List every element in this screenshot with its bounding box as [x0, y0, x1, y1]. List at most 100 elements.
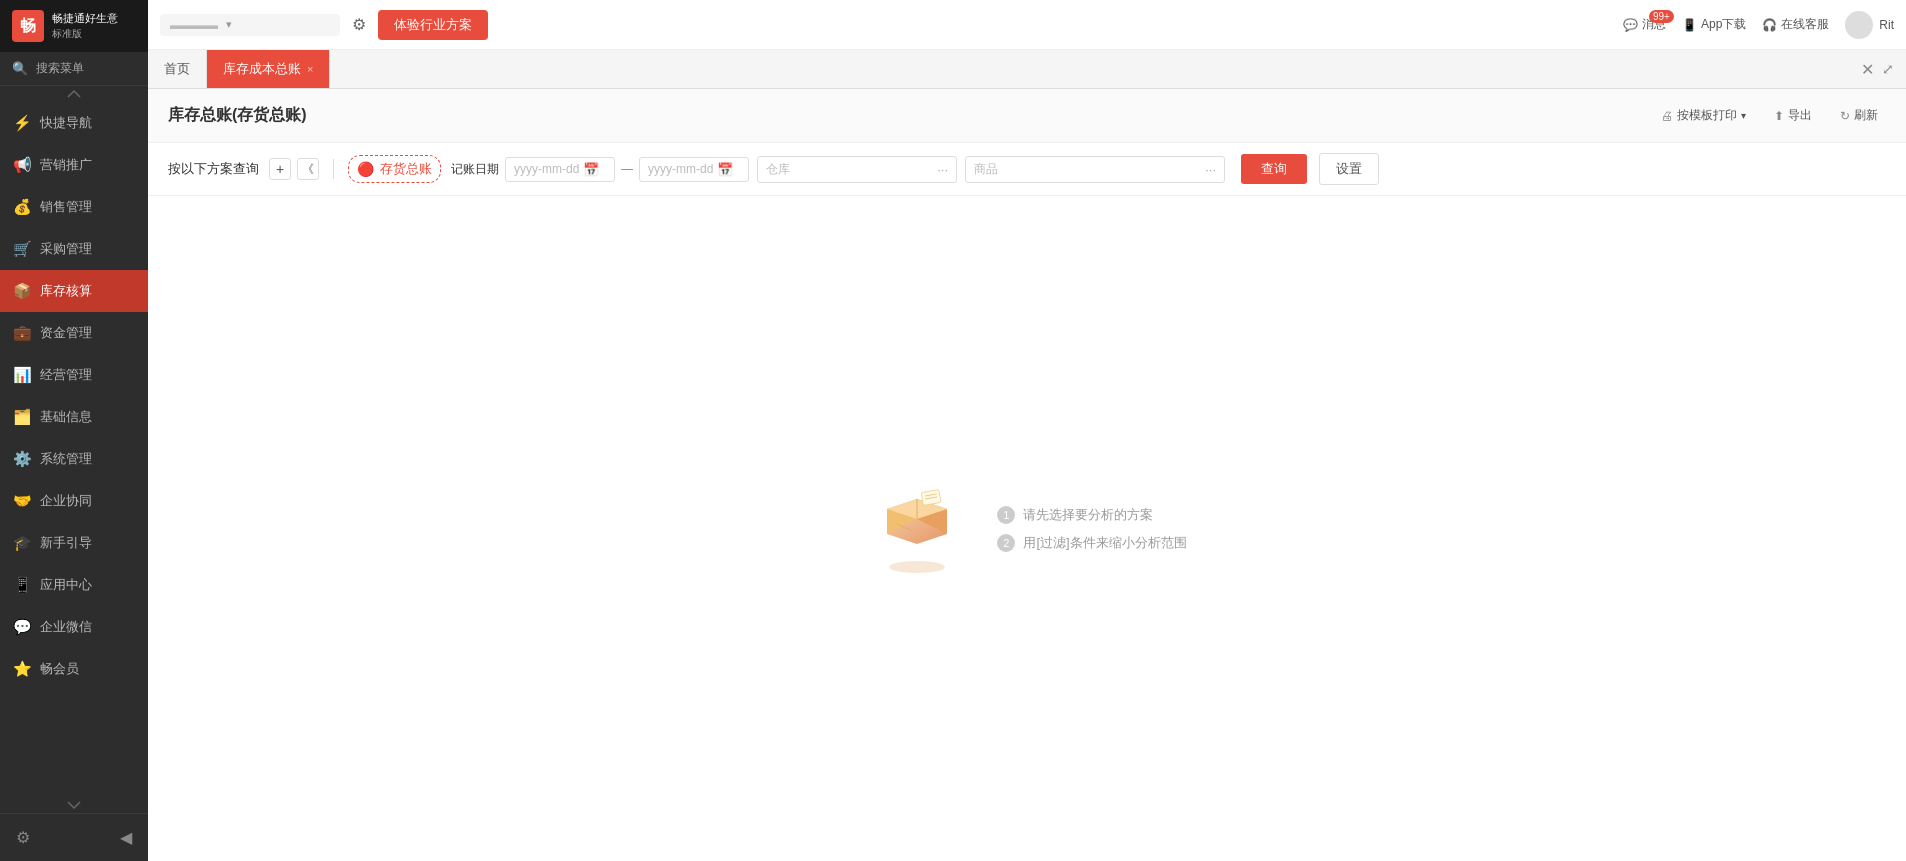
sidebar-scroll-down[interactable]: [0, 797, 148, 813]
topbar-search-text: ▬▬▬▬: [170, 18, 218, 32]
topbar-service[interactable]: 🎧 在线客服: [1762, 16, 1829, 33]
refresh-label: 刷新: [1854, 107, 1878, 124]
print-label: 按模板打印: [1677, 107, 1737, 124]
settings-btn[interactable]: 设置: [1319, 153, 1379, 185]
calendar-end-icon: 📅: [717, 162, 733, 177]
sidebar-item-purchase[interactable]: 🛒 采购管理: [0, 228, 148, 270]
tabs-right-actions: ✕ ⤢: [1857, 56, 1906, 83]
query-btn[interactable]: 查询: [1241, 154, 1307, 184]
message-badge: 99+: [1649, 10, 1674, 23]
export-label: 导出: [1788, 107, 1812, 124]
sidebar-search-label: 搜索菜单: [36, 60, 84, 77]
tip-text-1: 请先选择要分析的方案: [1023, 506, 1153, 524]
sidebar-item-sales-label: 销售管理: [40, 198, 92, 216]
sidebar-item-purchase-label: 采购管理: [40, 240, 92, 258]
goods-more-icon: ···: [1205, 162, 1216, 177]
empty-illustration: [867, 479, 967, 579]
sales-icon: 💰: [12, 197, 32, 217]
sidebar-item-operation-label: 经营管理: [40, 366, 92, 384]
sidebar-item-corp[interactable]: 🤝 企业协同: [0, 480, 148, 522]
sidebar-item-operation[interactable]: 📊 经营管理: [0, 354, 148, 396]
basic-icon: 🗂️: [12, 407, 32, 427]
app-label: App下载: [1701, 16, 1746, 33]
date-separator: —: [621, 162, 633, 176]
main-content: ▬▬▬▬ ▾ ⚙ 体验行业方案 💬 消息 99+ 📱 App下载 🎧 在线客服 …: [148, 0, 1906, 861]
sidebar-item-shortcut[interactable]: ⚡ 快捷导航: [0, 102, 148, 144]
sidebar-item-appstore-label: 应用中心: [40, 576, 92, 594]
tab-close-icon[interactable]: ×: [307, 63, 313, 75]
empty-tips: 1 请先选择要分析的方案 2 用[过滤]条件来缩小分析范围: [997, 506, 1186, 552]
sidebar-item-wechat[interactable]: 💬 企业微信: [0, 606, 148, 648]
corp-icon: 🤝: [12, 491, 32, 511]
topbar-search[interactable]: ▬▬▬▬ ▾: [160, 14, 340, 36]
logo-subtitle: 标准版: [52, 27, 118, 41]
sidebar-item-inventory[interactable]: 📦 库存核算: [0, 270, 148, 312]
filter-collapse-btn[interactable]: 《: [297, 158, 319, 180]
empty-box-svg: [867, 479, 967, 579]
empty-area: 1 请先选择要分析的方案 2 用[过滤]条件来缩小分析范围: [148, 196, 1906, 861]
tab-inventory-ledger[interactable]: 库存成本总账 ×: [207, 50, 330, 88]
filter-divider: [333, 159, 334, 179]
refresh-btn[interactable]: ↻ 刷新: [1832, 103, 1886, 128]
user-name: Rit: [1879, 18, 1894, 32]
sidebar-footer: ⚙ ◀: [0, 813, 148, 861]
date-field-label: 记账日期: [451, 161, 499, 178]
search-icon: 🔍: [12, 61, 28, 76]
refresh-icon: ↻: [1840, 109, 1850, 123]
sidebar-item-system[interactable]: ⚙️ 系统管理: [0, 438, 148, 480]
tip-text-2: 用[过滤]条件来缩小分析范围: [1023, 534, 1186, 552]
tip-num-2: 2: [997, 534, 1015, 552]
service-label: 在线客服: [1781, 16, 1829, 33]
tab-close-all-btn[interactable]: ✕: [1857, 56, 1878, 83]
settings-footer-btn[interactable]: ⚙: [12, 824, 34, 851]
sidebar-logo: 畅 畅捷通好生意 标准版: [0, 0, 148, 52]
tab-expand-btn[interactable]: ⤢: [1878, 57, 1898, 81]
sidebar-item-finance-label: 资金管理: [40, 324, 92, 342]
export-btn[interactable]: ⬆ 导出: [1766, 103, 1820, 128]
sidebar-item-inventory-label: 库存核算: [40, 282, 92, 300]
sidebar-item-marketing[interactable]: 📢 营销推广: [0, 144, 148, 186]
topbar-gear-icon[interactable]: ⚙: [348, 11, 370, 38]
topbar-user[interactable]: Rit: [1845, 11, 1894, 39]
filter-add-btn[interactable]: +: [269, 158, 291, 180]
sidebar-scroll-up[interactable]: [0, 86, 148, 102]
operation-icon: 📊: [12, 365, 32, 385]
newbie-icon: 🎓: [12, 533, 32, 553]
sidebar-item-finance[interactable]: 💼 资金管理: [0, 312, 148, 354]
sidebar-item-shortcut-label: 快捷导航: [40, 114, 92, 132]
sidebar-item-appstore[interactable]: 📱 应用中心: [0, 564, 148, 606]
date-end-input[interactable]: yyyy-mm-dd 📅: [639, 157, 749, 182]
sidebar-item-basic[interactable]: 🗂️ 基础信息: [0, 396, 148, 438]
sidebar-item-vip[interactable]: ⭐ 畅会员: [0, 648, 148, 690]
tabs-bar: 首页 库存成本总账 × ✕ ⤢: [148, 50, 1906, 89]
warehouse-selector[interactable]: 仓库 ···: [757, 156, 957, 183]
app-icon: 📱: [1682, 18, 1697, 32]
chevron-down-icon: [67, 801, 81, 809]
goods-selector[interactable]: 商品 ···: [965, 156, 1225, 183]
collapse-sidebar-btn[interactable]: ◀: [116, 824, 136, 851]
wechat-icon: 💬: [12, 617, 32, 637]
topbar-dropdown-icon: ▾: [226, 18, 232, 31]
logo-icon: 畅: [12, 10, 44, 42]
print-btn[interactable]: 🖨 按模板打印 ▾: [1653, 103, 1754, 128]
topbar-message[interactable]: 💬 消息 99+: [1623, 16, 1666, 33]
date-start-input[interactable]: yyyy-mm-dd 📅: [505, 157, 615, 182]
user-avatar: [1845, 11, 1873, 39]
sidebar-item-sales[interactable]: 💰 销售管理: [0, 186, 148, 228]
topbar-app-download[interactable]: 📱 App下载: [1682, 16, 1746, 33]
tab-home-label: 首页: [164, 60, 190, 78]
tab-home[interactable]: 首页: [148, 50, 207, 88]
shortcut-icon: ⚡: [12, 113, 32, 133]
topbar-right: 💬 消息 99+ 📱 App下载 🎧 在线客服 Rit: [1623, 11, 1894, 39]
industry-btn[interactable]: 体验行业方案: [378, 10, 488, 40]
filter-scheme-item[interactable]: 🔴 存货总账: [348, 155, 441, 183]
sidebar-item-system-label: 系统管理: [40, 450, 92, 468]
sidebar-item-newbie[interactable]: 🎓 新手引导: [0, 522, 148, 564]
scheme-label: 存货总账: [380, 160, 432, 178]
empty-tip-2: 2 用[过滤]条件来缩小分析范围: [997, 534, 1186, 552]
sidebar-search[interactable]: 🔍 搜索菜单: [0, 52, 148, 86]
page-content: 库存总账(存货总账) 🖨 按模板打印 ▾ ⬆ 导出 ↻ 刷新 按以下方案查询: [148, 89, 1906, 861]
date-field-group: 记账日期 yyyy-mm-dd 📅 — yyyy-mm-dd 📅: [451, 157, 749, 182]
export-icon: ⬆: [1774, 109, 1784, 123]
page-actions: 🖨 按模板打印 ▾ ⬆ 导出 ↻ 刷新: [1653, 103, 1886, 128]
